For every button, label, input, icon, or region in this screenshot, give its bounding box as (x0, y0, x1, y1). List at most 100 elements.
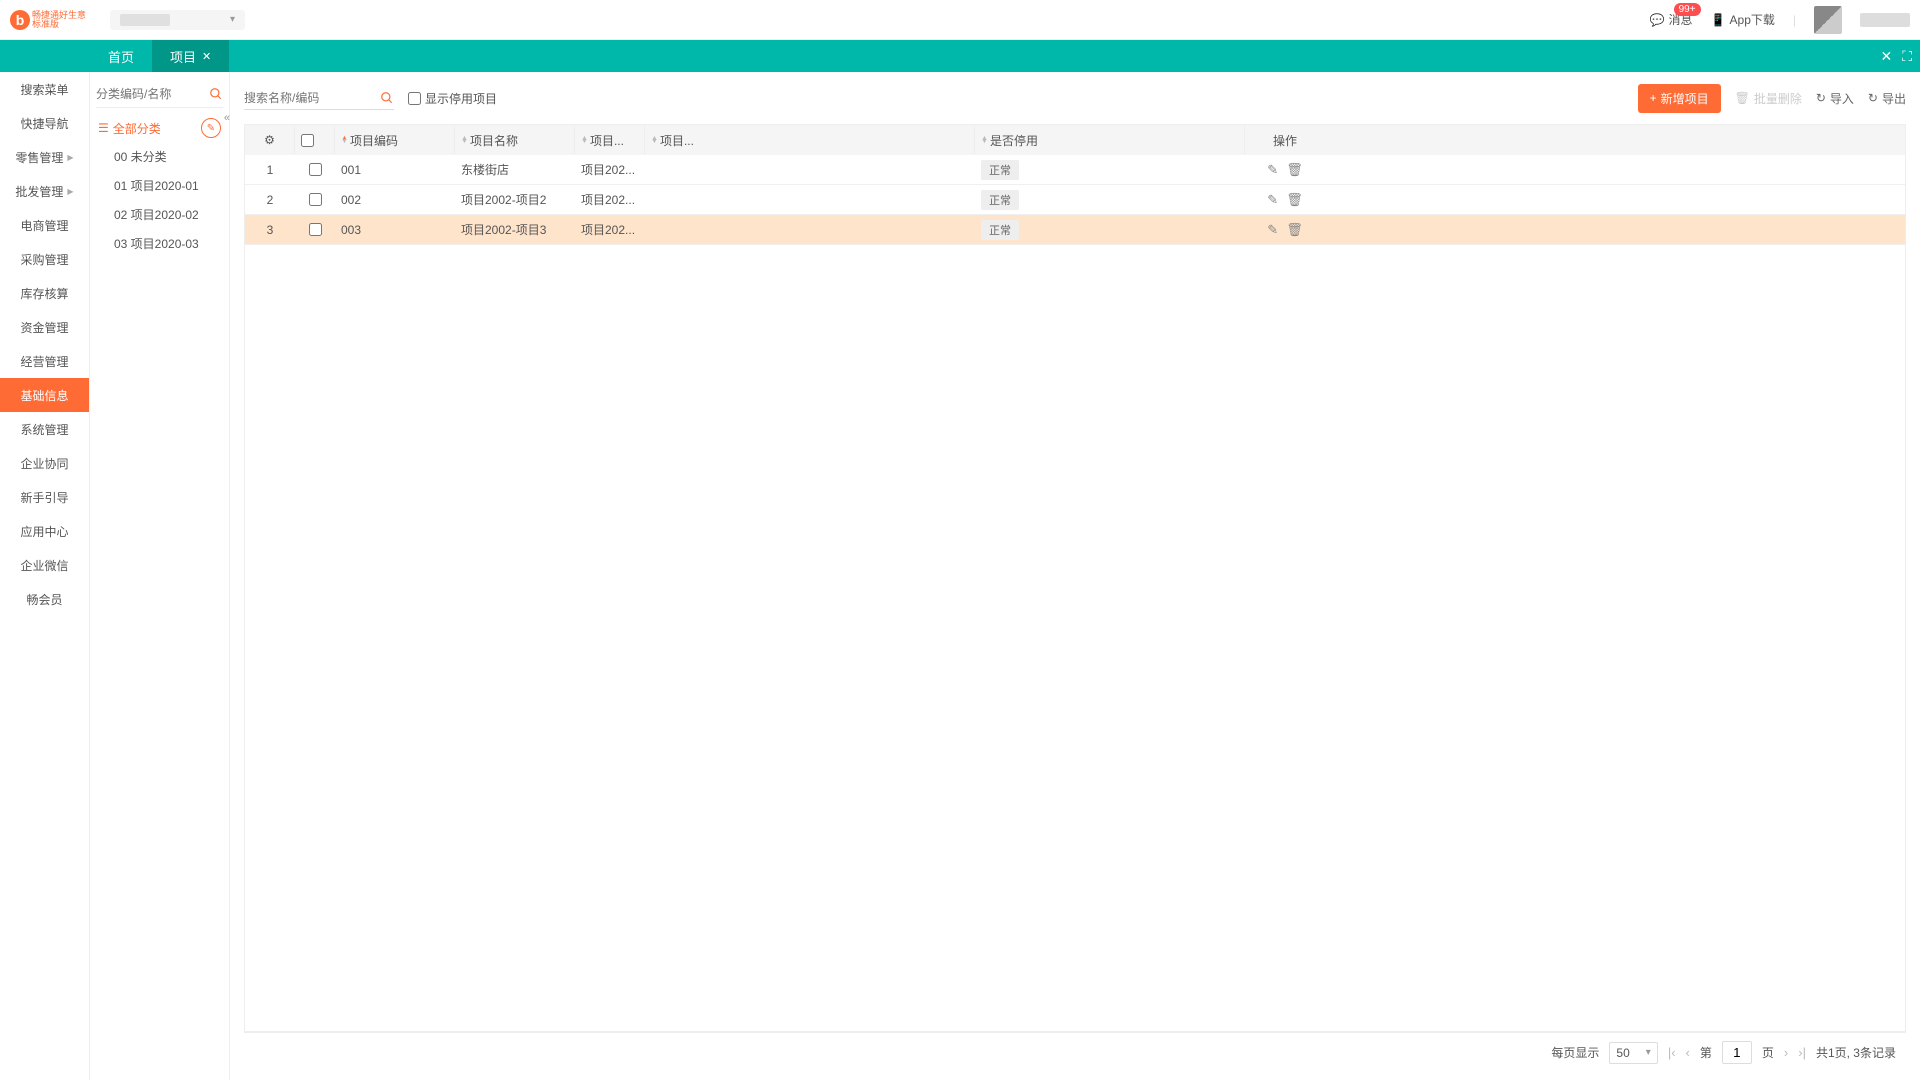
page-last-button[interactable]: ›| (1798, 1045, 1806, 1060)
sort-icon: ▲▼ (461, 137, 468, 144)
per-page-select[interactable]: 50 ▾ (1609, 1042, 1657, 1064)
row-index: 1 (245, 155, 295, 184)
sidebar-item-7[interactable]: 资金管理 (0, 310, 89, 344)
edit-icon[interactable]: ✎ (1267, 222, 1278, 238)
sort-icon: ▲▼ (651, 137, 658, 144)
close-all-icon[interactable]: ✕ (1880, 48, 1892, 65)
collapse-panel-icon[interactable]: « (224, 112, 230, 124)
sidebar-item-13[interactable]: 应用中心 (0, 514, 89, 548)
delete-icon[interactable]: 🗑 (1286, 162, 1303, 178)
search-input[interactable] (244, 87, 380, 109)
category-item-3[interactable]: 03 项目2020-03 (96, 229, 223, 258)
page-prev-button[interactable]: ‹ (1686, 1045, 1690, 1060)
row-checkbox[interactable] (309, 163, 322, 176)
tab-project-label: 项目 (170, 47, 196, 66)
cell-4 (645, 215, 975, 244)
select-all-checkbox[interactable] (301, 134, 314, 147)
cell-3: 项目202... (575, 215, 645, 244)
sidebar-item-5[interactable]: 采购管理 (0, 242, 89, 276)
close-icon[interactable]: ✕ (202, 50, 211, 63)
add-project-label: 新增项目 (1661, 90, 1709, 107)
chevron-down-icon: ▾ (1646, 1047, 1651, 1058)
fullscreen-icon[interactable]: ⛶ (1902, 48, 1912, 65)
sidebar-item-3[interactable]: 批发管理▶ (0, 174, 89, 208)
export-label: 导出 (1882, 90, 1906, 107)
sidebar-item-1[interactable]: 快捷导航 (0, 106, 89, 140)
company-selector[interactable]: ▾ (110, 10, 245, 30)
sidebar-item-6[interactable]: 库存核算 (0, 276, 89, 310)
column-3[interactable]: ▲▼项目... (575, 125, 645, 155)
checkbox-column (295, 125, 335, 155)
column-status[interactable]: ▲▼是否停用 (975, 125, 1245, 155)
sidebar-item-label: 畅会员 (26, 591, 62, 608)
category-all[interactable]: ☰ 全部分类 ✎ (96, 114, 223, 142)
sidebar-item-2[interactable]: 零售管理▶ (0, 140, 89, 174)
row-index: 2 (245, 185, 295, 214)
cell-status: 正常 (975, 155, 1245, 184)
sidebar-item-label: 经营管理 (20, 353, 68, 370)
delete-icon[interactable]: 🗑 (1286, 192, 1303, 208)
sidebar-item-11[interactable]: 企业协同 (0, 446, 89, 480)
category-item-1[interactable]: 01 项目2020-01 (96, 171, 223, 200)
column-code[interactable]: ▲▼项目编码 (335, 125, 455, 155)
category-search-input[interactable] (96, 87, 209, 101)
header-right: 💬 消息 99+ 📱 App下载 | (1650, 6, 1910, 34)
messages-button[interactable]: 💬 消息 99+ (1650, 11, 1693, 28)
delete-icon[interactable]: 🗑 (1286, 222, 1303, 238)
table-row[interactable]: 1001东楼街店项目202...正常✎🗑 (245, 155, 1905, 185)
category-item-2[interactable]: 02 项目2020-02 (96, 200, 223, 229)
sidebar-item-label: 电商管理 (20, 217, 68, 234)
show-disabled-checkbox[interactable]: 显示停用项目 (408, 90, 497, 107)
table-row[interactable]: 3003项目2002-项目3项目202...正常✎🗑 (245, 215, 1905, 245)
category-edit-button[interactable]: ✎ (201, 118, 221, 138)
message-icon: 💬 (1650, 13, 1665, 27)
cell-ops: ✎🗑 (1245, 185, 1325, 214)
search-icon[interactable] (380, 91, 394, 105)
sidebar-item-4[interactable]: 电商管理 (0, 208, 89, 242)
edit-icon[interactable]: ✎ (1267, 192, 1278, 208)
sidebar-item-label: 零售管理 (15, 149, 63, 166)
column-4[interactable]: ▲▼项目... (645, 125, 975, 155)
column-ops: 操作 (1245, 125, 1325, 155)
sidebar-item-15[interactable]: 畅会员 (0, 582, 89, 616)
row-checkbox[interactable] (309, 193, 322, 206)
page-first-button[interactable]: |‹ (1668, 1045, 1676, 1060)
search-icon[interactable] (209, 87, 223, 101)
category-all-label: 全部分类 (113, 120, 161, 137)
sidebar-item-label: 系统管理 (20, 421, 68, 438)
table-body: 1001东楼街店项目202...正常✎🗑2002项目2002-项目2项目202.… (245, 155, 1905, 245)
column-name[interactable]: ▲▼项目名称 (455, 125, 575, 155)
avatar[interactable] (1814, 6, 1842, 34)
sidebar-item-0[interactable]: 搜索菜单 (0, 72, 89, 106)
app-download-button[interactable]: 📱 App下载 (1711, 11, 1775, 28)
page-next-button[interactable]: › (1784, 1045, 1788, 1060)
sidebar-item-14[interactable]: 企业微信 (0, 548, 89, 582)
chevron-down-icon: ▾ (230, 14, 235, 25)
sidebar-item-12[interactable]: 新手引导 (0, 480, 89, 514)
cell-3: 项目202... (575, 155, 645, 184)
toolbar: 显示停用项目 + 新增项目 🗑 批量删除 ↻ 导入 ↻ 导出 (244, 80, 1906, 116)
row-index: 3 (245, 215, 295, 244)
username-blur (1860, 13, 1910, 27)
sidebar-item-9[interactable]: 基础信息 (0, 378, 89, 412)
status-badge: 正常 (981, 220, 1019, 240)
export-button[interactable]: ↻ 导出 (1868, 90, 1906, 107)
page-input[interactable] (1722, 1041, 1752, 1064)
sidebar-item-10[interactable]: 系统管理 (0, 412, 89, 446)
sidebar-item-8[interactable]: 经营管理 (0, 344, 89, 378)
tab-home[interactable]: 首页 (90, 40, 152, 72)
import-button[interactable]: ↻ 导入 (1816, 90, 1854, 107)
add-project-button[interactable]: + 新增项目 (1638, 84, 1721, 113)
category-item-0[interactable]: 00 未分类 (96, 142, 223, 171)
top-header: b 畅捷通好生意 标准版 ▾ 💬 消息 99+ 📱 App下载 | (0, 0, 1920, 40)
tab-project[interactable]: 项目 ✕ (152, 40, 229, 72)
cell-name: 东楼街店 (455, 155, 575, 184)
edit-icon[interactable]: ✎ (1267, 162, 1278, 178)
show-disabled-input[interactable] (408, 92, 421, 105)
settings-column[interactable]: ⚙ (245, 125, 295, 155)
category-panel: ☰ 全部分类 ✎ 00 未分类01 项目2020-0102 项目2020-020… (90, 72, 230, 1080)
table-row[interactable]: 2002项目2002-项目2项目202...正常✎🗑 (245, 185, 1905, 215)
sidebar-item-label: 批发管理 (15, 183, 63, 200)
row-checkbox[interactable] (309, 223, 322, 236)
content: 显示停用项目 + 新增项目 🗑 批量删除 ↻ 导入 ↻ 导出 ⚙ (230, 72, 1920, 1080)
